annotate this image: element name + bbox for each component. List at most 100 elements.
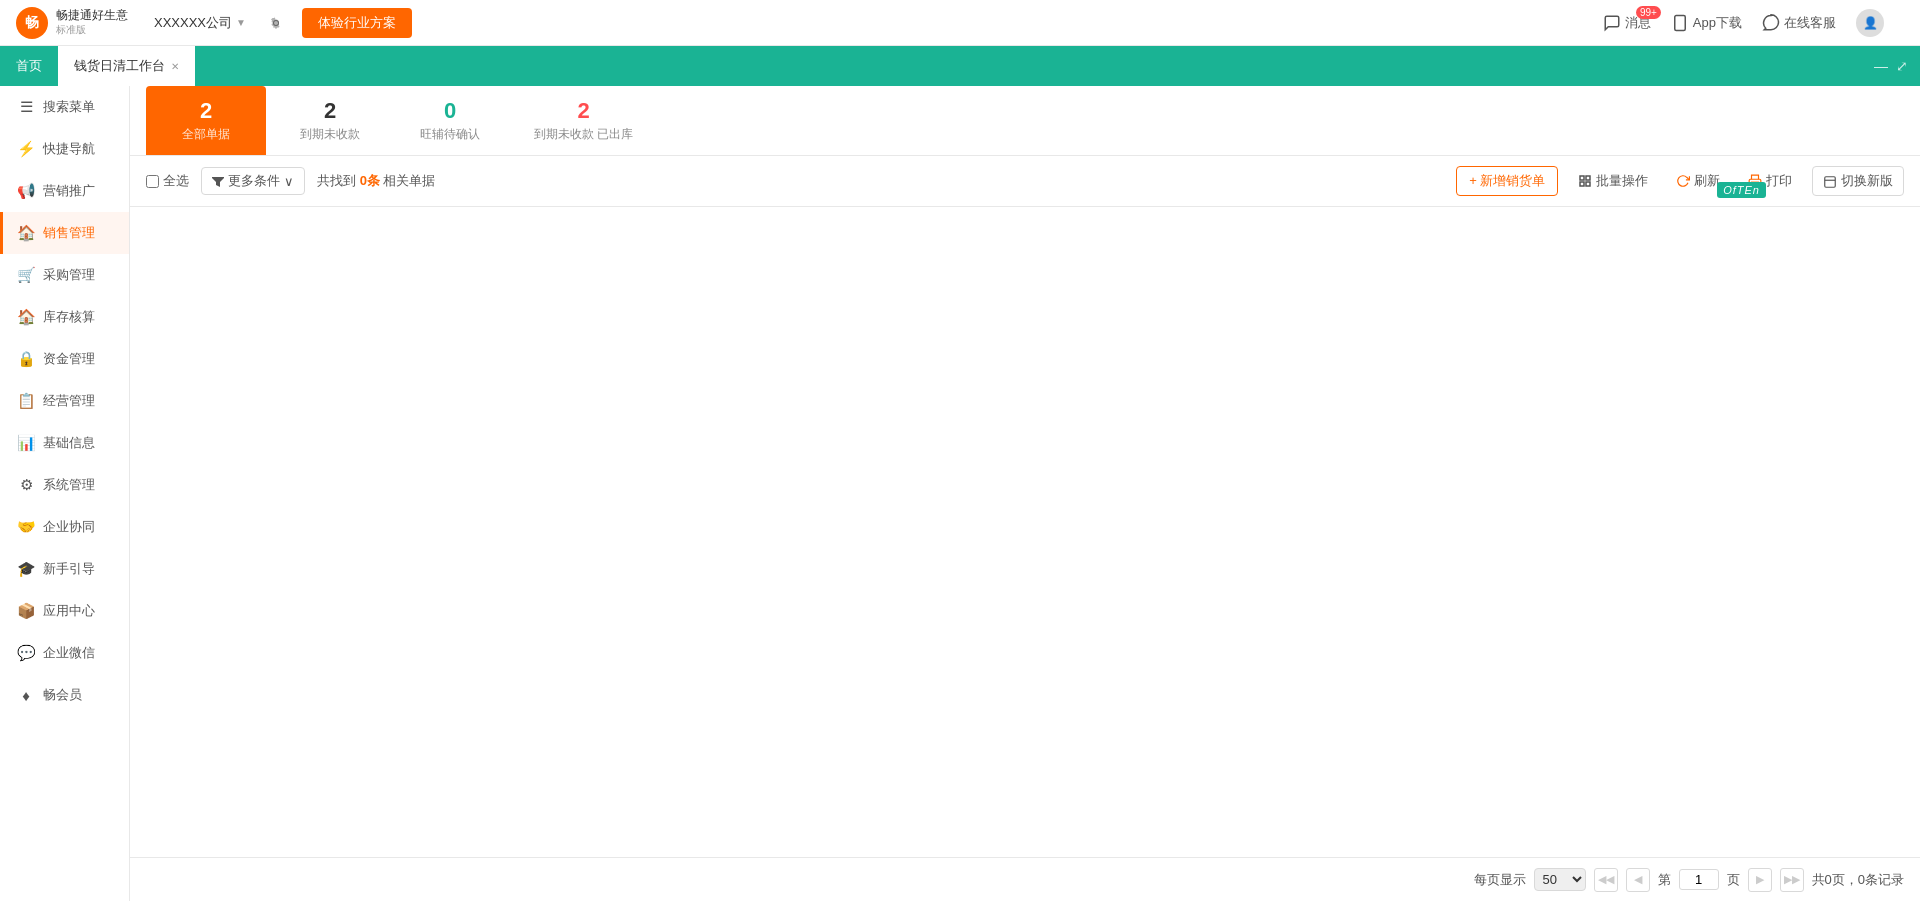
- content-area: 2 全部单据 2 到期未收款 0 旺辅待确认 2 到期未收款 已出库 全选: [130, 86, 1920, 901]
- stat-tab-all-number: 2: [170, 98, 242, 124]
- svg-rect-2: [1580, 176, 1584, 180]
- maximize-icon[interactable]: ⤢: [1896, 58, 1908, 74]
- logo-icon: 畅: [16, 7, 48, 39]
- svg-rect-3: [1586, 176, 1590, 180]
- chevron-down-icon: ▼: [236, 17, 246, 28]
- stat-tabs: 2 全部单据 2 到期未收款 0 旺辅待确认 2 到期未收款 已出库: [130, 86, 1920, 156]
- sidebar-item-label: 企业协同: [43, 518, 95, 536]
- select-all-label: 全选: [163, 172, 189, 190]
- finance-icon: 🔒: [17, 350, 35, 368]
- batch-icon: [1578, 174, 1592, 188]
- sidebar-item-marketing[interactable]: 📢 营销推广: [0, 170, 129, 212]
- sidebar-item-guide[interactable]: 🎓 新手引导: [0, 548, 129, 590]
- sidebar-item-label: 库存核算: [43, 308, 95, 326]
- app-download-label: App下载: [1693, 14, 1742, 32]
- enterprise-icon: 🤝: [17, 518, 35, 536]
- online-service-item[interactable]: 在线客服: [1762, 14, 1836, 32]
- sidebar-item-purchase[interactable]: 🛒 采购管理: [0, 254, 129, 296]
- select-all-checkbox-label[interactable]: 全选: [146, 172, 189, 190]
- filter-button[interactable]: 更多条件 ∨: [201, 167, 305, 195]
- sidebar-item-inventory[interactable]: 🏠 库存核算: [0, 296, 129, 338]
- top-header: 畅 畅捷通好生意 标准版 XXXXXX公司 ▼ 体验行业方案 消息 99+: [0, 0, 1920, 46]
- sidebar-item-basic-info[interactable]: 📊 基础信息: [0, 422, 129, 464]
- minimize-icon[interactable]: —: [1874, 58, 1888, 74]
- stat-tab-overdue-number: 2: [294, 98, 366, 124]
- sidebar-item-operations[interactable]: 📋 经营管理: [0, 380, 129, 422]
- sidebar-item-label: 系统管理: [43, 476, 95, 494]
- member-icon: ♦: [17, 687, 35, 704]
- avatar[interactable]: 👤: [1856, 9, 1884, 37]
- found-count: 0条: [360, 173, 380, 188]
- sidebar-item-finance[interactable]: 🔒 资金管理: [0, 338, 129, 380]
- sidebar-item-label: 企业微信: [43, 644, 95, 662]
- svg-rect-0: [1675, 15, 1686, 30]
- sidebar-item-quick-nav[interactable]: ⚡ 快捷导航: [0, 128, 129, 170]
- toolbar-right: + 新增销货单 批量操作 刷新: [1456, 166, 1904, 196]
- page-input[interactable]: [1679, 869, 1719, 890]
- stat-tab-overdue-label: 到期未收款: [294, 126, 366, 143]
- sidebar-item-system[interactable]: ⚙ 系统管理: [0, 464, 129, 506]
- next-page-button[interactable]: ▶: [1748, 868, 1772, 892]
- toolbar: 全选 更多条件 ∨ 共找到 0条 相关单据 + 新增销货单: [130, 156, 1920, 207]
- page-size-label: 每页显示: [1474, 871, 1526, 889]
- page-unit: 页: [1727, 871, 1740, 889]
- tab-home[interactable]: 首页: [0, 46, 58, 86]
- quick-nav-icon: ⚡: [17, 140, 35, 158]
- svg-rect-5: [1586, 182, 1590, 186]
- switch-icon: [1823, 175, 1837, 189]
- sidebar-item-label: 营销推广: [43, 182, 95, 200]
- sidebar-item-label: 采购管理: [43, 266, 95, 284]
- stat-tab-all-label: 全部单据: [170, 126, 242, 143]
- sidebar-item-label: 基础信息: [43, 434, 95, 452]
- switch-version-button[interactable]: 切换新版: [1812, 166, 1904, 196]
- sidebar-item-label: 搜索菜单: [43, 98, 95, 116]
- sidebar-item-app-center[interactable]: 📦 应用中心: [0, 590, 129, 632]
- sales-icon: 🏠: [17, 224, 35, 242]
- weixin-icon: 💬: [17, 644, 35, 662]
- close-tab-icon[interactable]: ✕: [171, 61, 179, 72]
- found-text: 共找到 0条 相关单据: [317, 172, 435, 190]
- guide-icon: 🎓: [17, 560, 35, 578]
- header-right: 消息 99+ App下载 在线客服 👤: [1603, 9, 1904, 37]
- basic-info-icon: 📊: [17, 434, 35, 452]
- page-size-select[interactable]: 20 50 100: [1534, 868, 1586, 891]
- trial-btn[interactable]: 体验行业方案: [302, 8, 412, 38]
- main-layout: ☰ 搜索菜单 ⚡ 快捷导航 📢 营销推广 🏠 销售管理 🛒 采购管理 🏠 库存核…: [0, 86, 1920, 901]
- sidebar-item-member[interactable]: ♦ 畅会员: [0, 674, 129, 716]
- app-download-item[interactable]: App下载: [1671, 14, 1742, 32]
- sidebar-item-enterprise[interactable]: 🤝 企业协同: [0, 506, 129, 548]
- sidebar-item-label: 应用中心: [43, 602, 95, 620]
- stat-tab-all[interactable]: 2 全部单据: [146, 86, 266, 155]
- tab-right-actions: — ⤢: [1874, 58, 1920, 74]
- stat-tab-wangwang-number: 0: [414, 98, 486, 124]
- message-badge: 99+: [1636, 6, 1661, 19]
- logo-badge: 标准版: [56, 23, 128, 37]
- purchase-icon: 🛒: [17, 266, 35, 284]
- company-selector[interactable]: XXXXXX公司 ▼: [146, 10, 254, 36]
- batch-operation-button[interactable]: 批量操作: [1570, 167, 1656, 195]
- first-page-button[interactable]: ◀◀: [1594, 868, 1618, 892]
- stat-tab-overdue-shipped[interactable]: 2 到期未收款 已出库: [510, 86, 657, 155]
- sidebar-item-weixin[interactable]: 💬 企业微信: [0, 632, 129, 674]
- filter-icon: [212, 175, 224, 187]
- sidebar-item-search-menu[interactable]: ☰ 搜索菜单: [0, 86, 129, 128]
- stat-tab-shipped-number: 2: [534, 98, 633, 124]
- message-icon-item[interactable]: 消息 99+: [1603, 14, 1651, 32]
- stat-tab-wangwang[interactable]: 0 旺辅待确认: [390, 86, 510, 155]
- sidebar-item-label: 销售管理: [43, 224, 95, 242]
- tab-work-station[interactable]: 钱货日清工作台 ✕: [58, 46, 195, 86]
- settings-button[interactable]: [262, 9, 290, 37]
- prev-page-button[interactable]: ◀: [1626, 868, 1650, 892]
- sidebar-item-sales[interactable]: 🏠 销售管理: [0, 212, 129, 254]
- stat-tab-overdue-unpaid[interactable]: 2 到期未收款: [270, 86, 390, 155]
- sidebar: ☰ 搜索菜单 ⚡ 快捷导航 📢 营销推广 🏠 销售管理 🛒 采购管理 🏠 库存核…: [0, 86, 130, 901]
- add-sales-order-button[interactable]: + 新增销货单: [1456, 166, 1558, 196]
- svg-rect-7: [1825, 176, 1836, 187]
- stat-tab-shipped-label: 到期未收款 已出库: [534, 126, 633, 143]
- company-name: XXXXXX公司: [154, 14, 232, 32]
- table-area: [130, 207, 1920, 857]
- online-service-label: 在线客服: [1784, 14, 1836, 32]
- select-all-checkbox[interactable]: [146, 175, 159, 188]
- logo-title: 畅捷通好生意: [56, 8, 128, 24]
- last-page-button[interactable]: ▶▶: [1780, 868, 1804, 892]
